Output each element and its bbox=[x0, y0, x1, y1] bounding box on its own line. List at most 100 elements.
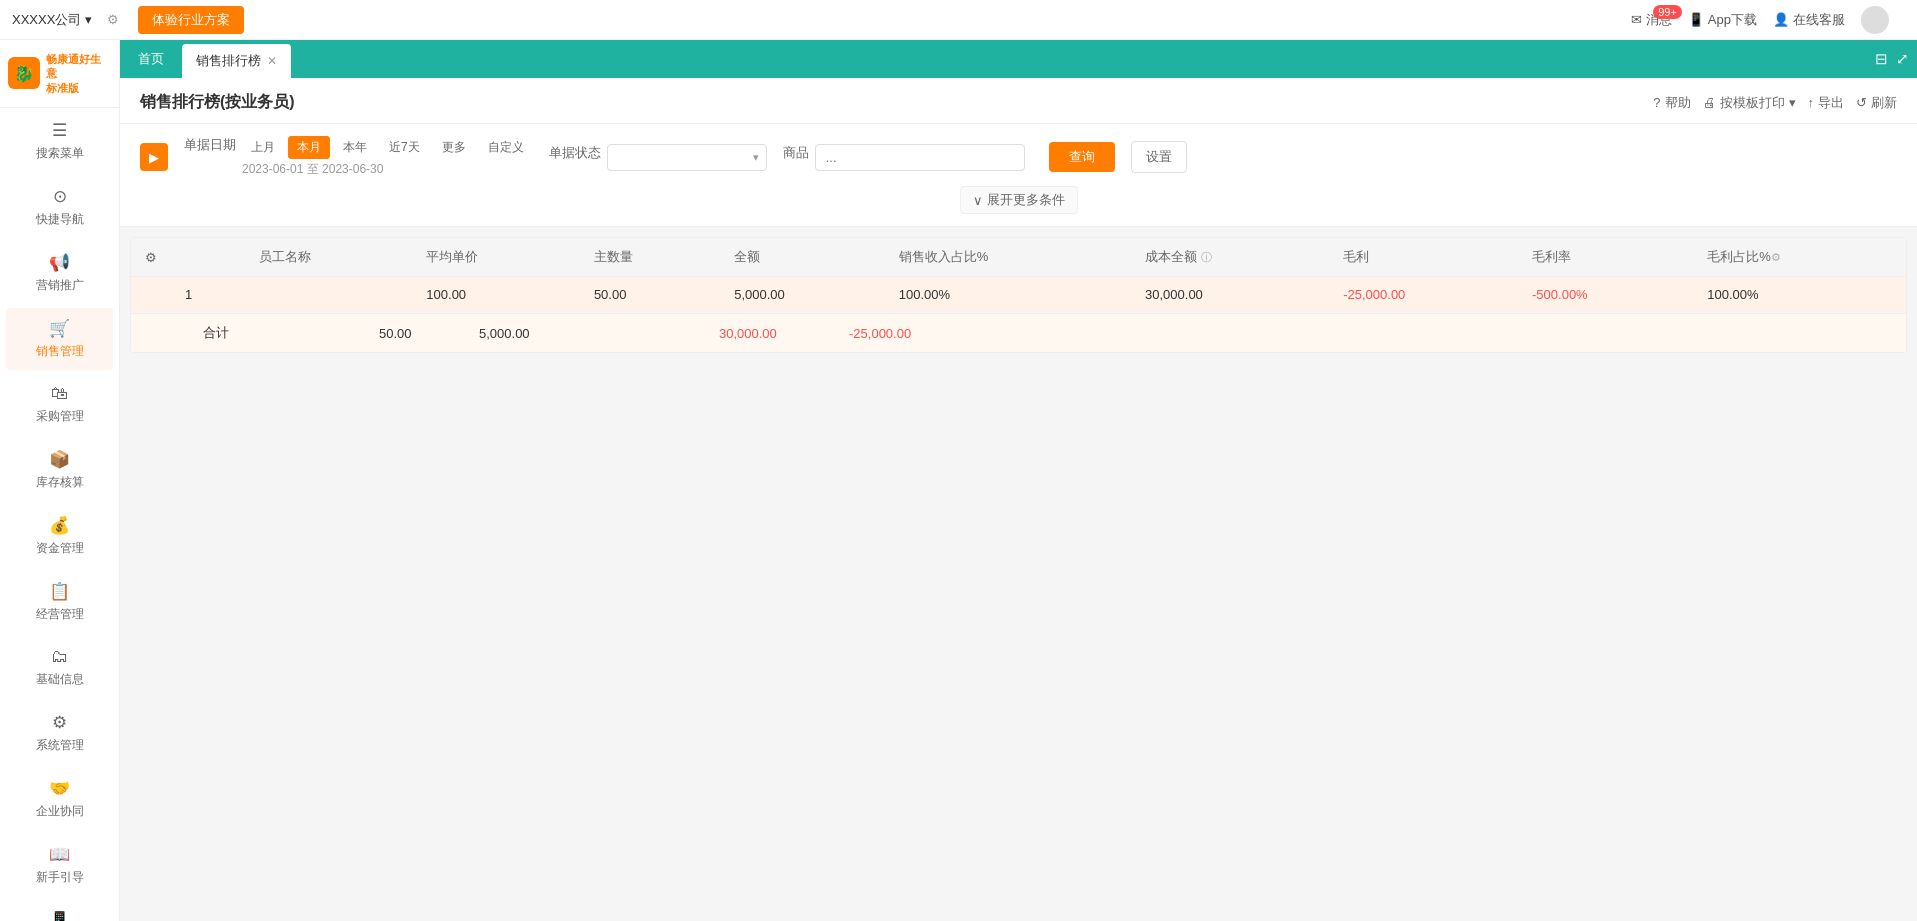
logo-text: 畅康通好生意标准版 bbox=[46, 52, 111, 95]
settings-icon[interactable]: ⚙ bbox=[100, 7, 126, 33]
refresh-icon: ↺ bbox=[1856, 95, 1867, 110]
online-service-button[interactable]: 👤 在线客服 bbox=[1773, 11, 1845, 29]
layout: 🐉 畅康通好生意标准版 ☰ 搜索菜单 ⊙ 快捷导航 📢 营销推广 🛒 销售管理 … bbox=[0, 40, 1917, 921]
basic-icon: 🗂 bbox=[51, 647, 68, 667]
status-filter-group: 单据状态 bbox=[549, 144, 767, 171]
app-icon: 📱 bbox=[1688, 12, 1704, 27]
marketing-icon: 📢 bbox=[49, 252, 70, 273]
help-button[interactable]: ? 帮助 bbox=[1653, 94, 1690, 112]
sidebar: 🐉 畅康通好生意标准版 ☰ 搜索菜单 ⊙ 快捷导航 📢 营销推广 🛒 销售管理 … bbox=[0, 40, 120, 921]
status-select[interactable] bbox=[607, 144, 767, 171]
table-head: ⚙ 员工名称 平均单价 主数量 全额 销售收入占比% 成本全额 ⓘ 毛利 毛利率 bbox=[131, 238, 1906, 277]
profit-pct-icon: ⚙ bbox=[1771, 251, 1781, 263]
th-qty: 主数量 bbox=[580, 238, 720, 277]
sidebar-item-system[interactable]: ⚙ 系统管理 bbox=[6, 702, 113, 764]
footer-amount: 5,000.00 bbox=[465, 326, 585, 341]
footer-profit: -25,000.00 bbox=[835, 326, 955, 341]
message-button[interactable]: ✉ 消息 99+ bbox=[1631, 11, 1672, 29]
th-profit-rate: 毛利率 bbox=[1518, 238, 1693, 277]
sidebar-item-finance[interactable]: 💰 资金管理 bbox=[6, 505, 113, 567]
th-amount: 全额 bbox=[720, 238, 885, 277]
expand-more-btn[interactable]: ∨ 展开更多条件 bbox=[960, 186, 1078, 214]
query-button[interactable]: 查询 bbox=[1049, 142, 1115, 172]
table-header-row: ⚙ 员工名称 平均单价 主数量 全额 销售收入占比% 成本全额 ⓘ 毛利 毛利率 bbox=[131, 238, 1906, 277]
th-avg-price: 平均单价 bbox=[412, 238, 580, 277]
sidebar-item-quick[interactable]: ⊙ 快捷导航 bbox=[6, 176, 113, 238]
filter-row: ▶ 单据日期 上月 本月 本年 近7天 更多 自定义 bbox=[140, 136, 1897, 178]
avatar[interactable] bbox=[1861, 6, 1889, 34]
page-title: 销售排行榜(按业务员) bbox=[140, 92, 295, 113]
th-rank bbox=[171, 238, 245, 277]
table-container: ⚙ 员工名称 平均单价 主数量 全额 销售收入占比% 成本全额 ⓘ 毛利 毛利率 bbox=[130, 237, 1907, 353]
app-label: App下载 bbox=[1708, 11, 1757, 29]
main-content: 首页 销售排行榜 ✕ ⊟ ⤢ 销售排行榜(按业务员) ? 帮助 bbox=[120, 40, 1917, 921]
table-footer: 合计 50.00 5,000.00 30,000.00 -25,000.00 bbox=[131, 313, 1906, 352]
message-icon: ✉ bbox=[1631, 12, 1642, 27]
td-cost: 30,000.00 bbox=[1131, 277, 1329, 313]
message-badge: 99+ bbox=[1653, 5, 1682, 19]
tab-sales-ranking-label: 销售排行榜 bbox=[196, 52, 261, 70]
sidebar-item-purchase[interactable]: 🛍 采购管理 bbox=[6, 374, 113, 435]
print-dropdown-icon: ▾ bbox=[1789, 95, 1796, 110]
sidebar-item-search[interactable]: ☰ 搜索菜单 bbox=[6, 110, 113, 172]
sales-icon: 🛒 bbox=[49, 318, 70, 339]
td-settings bbox=[131, 277, 171, 313]
sidebar-item-sales[interactable]: 🛒 销售管理 bbox=[6, 308, 113, 370]
date-tab-custom[interactable]: 自定义 bbox=[479, 136, 533, 159]
sidebar-item-basic[interactable]: 🗂 基础信息 bbox=[6, 637, 113, 698]
top-bar-right: ✉ 消息 99+ 📱 App下载 👤 在线客服 bbox=[1631, 6, 1905, 34]
enterprise-icon: 🤝 bbox=[49, 778, 70, 799]
company-selector[interactable]: XXXXX公司 ▾ bbox=[12, 11, 92, 29]
goods-label: 商品 bbox=[783, 144, 809, 162]
apps-icon: 📱 bbox=[49, 910, 70, 921]
sidebar-item-marketing[interactable]: 📢 营销推广 bbox=[6, 242, 113, 304]
date-label: 单据日期 bbox=[184, 136, 236, 154]
td-amount: 5,000.00 bbox=[720, 277, 885, 313]
filter-toggle-btn[interactable]: ▶ bbox=[140, 143, 168, 171]
goods-input[interactable] bbox=[815, 144, 1025, 171]
sidebar-item-operations[interactable]: 📋 经营管理 bbox=[6, 571, 113, 633]
app-download-button[interactable]: 📱 App下载 bbox=[1688, 11, 1757, 29]
refresh-button[interactable]: ↺ 刷新 bbox=[1856, 94, 1897, 112]
th-employee: 员工名称 bbox=[245, 238, 413, 277]
export-button[interactable]: ↑ 导出 bbox=[1808, 94, 1845, 112]
sidebar-item-enterprise[interactable]: 🤝 企业协同 bbox=[6, 768, 113, 830]
sidebar-logo: 🐉 畅康通好生意标准版 bbox=[0, 40, 119, 108]
sidebar-item-finance-label: 资金管理 bbox=[36, 540, 84, 557]
td-qty: 50.00 bbox=[580, 277, 720, 313]
date-tab-more[interactable]: 更多 bbox=[433, 136, 475, 159]
date-tab-thismonth[interactable]: 本月 bbox=[288, 136, 330, 159]
tab-sales-ranking[interactable]: 销售排行榜 ✕ bbox=[182, 44, 291, 78]
tab-expand-icon[interactable]: ⤢ bbox=[1896, 50, 1909, 68]
search-menu-icon: ☰ bbox=[52, 120, 67, 141]
td-profit-rate: -500.00% bbox=[1518, 277, 1693, 313]
th-profit-pct: 毛利占比%⚙ bbox=[1693, 238, 1906, 277]
settings-button[interactable]: 设置 bbox=[1131, 141, 1187, 173]
tab-close-icon[interactable]: ✕ bbox=[267, 54, 277, 68]
table-row: 1 100.00 50.00 5,000.00 100.00% 30,000.0… bbox=[131, 277, 1906, 313]
trial-button[interactable]: 体验行业方案 bbox=[138, 6, 244, 34]
sidebar-item-sales-label: 销售管理 bbox=[36, 343, 84, 360]
inventory-icon: 📦 bbox=[49, 449, 70, 470]
date-tabs: 上月 本月 本年 近7天 更多 自定义 bbox=[242, 136, 533, 159]
expand-more-label: 展开更多条件 bbox=[987, 191, 1065, 209]
date-tab-thisyear[interactable]: 本年 bbox=[334, 136, 376, 159]
tab-bar: 首页 销售排行榜 ✕ ⊟ ⤢ bbox=[120, 40, 1917, 78]
service-icon: 👤 bbox=[1773, 12, 1789, 27]
table-wrap: ⚙ 员工名称 平均单价 主数量 全额 销售收入占比% 成本全额 ⓘ 毛利 毛利率 bbox=[131, 238, 1906, 313]
date-tab-7days[interactable]: 近7天 bbox=[380, 136, 429, 159]
tab-home[interactable]: 首页 bbox=[120, 40, 182, 78]
filter-area: ▶ 单据日期 上月 本月 本年 近7天 更多 自定义 bbox=[120, 124, 1917, 227]
tab-minimize-icon[interactable]: ⊟ bbox=[1875, 50, 1888, 68]
footer-cost: 30,000.00 bbox=[705, 326, 835, 341]
expand-more-icon: ∨ bbox=[973, 193, 983, 208]
date-tab-lastmonth[interactable]: 上月 bbox=[242, 136, 284, 159]
sidebar-item-apps[interactable]: 📱 应用中心 bbox=[6, 900, 113, 921]
td-avg-price: 100.00 bbox=[412, 277, 580, 313]
page-header: 销售排行榜(按业务员) ? 帮助 🖨 按模板打印 ▾ ↑ 导出 bbox=[120, 78, 1917, 124]
print-button[interactable]: 🖨 按模板打印 ▾ bbox=[1703, 94, 1796, 112]
th-revenue-pct: 销售收入占比% bbox=[885, 238, 1131, 277]
operations-icon: 📋 bbox=[49, 581, 70, 602]
sidebar-item-inventory[interactable]: 📦 库存核算 bbox=[6, 439, 113, 501]
sidebar-item-guide[interactable]: 📖 新手引导 bbox=[6, 834, 113, 896]
